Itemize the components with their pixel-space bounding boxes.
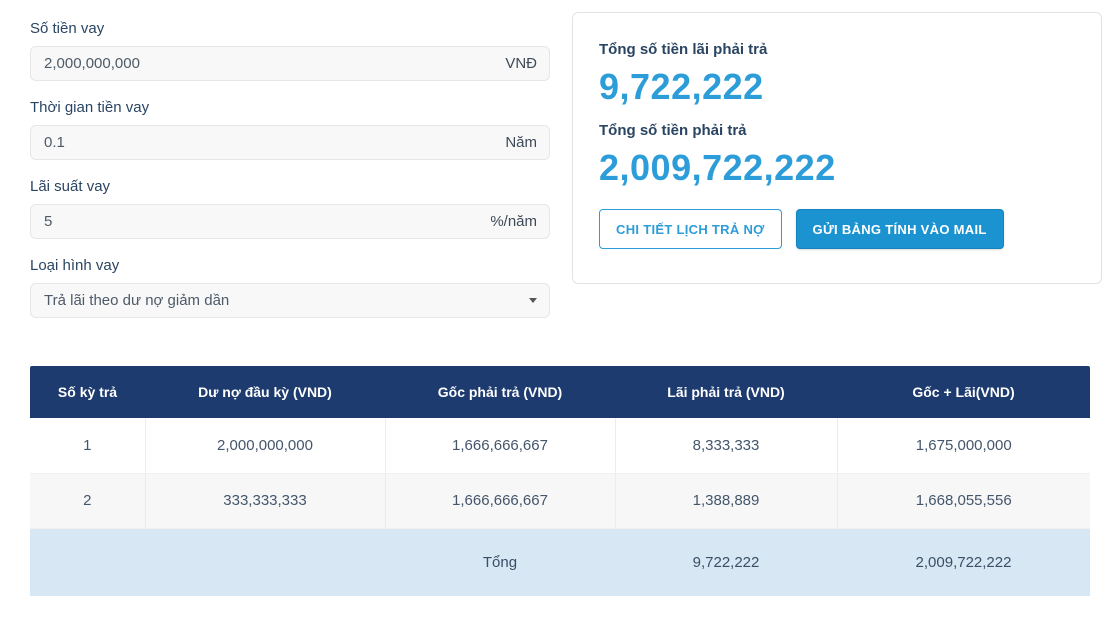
cell-principal-plus-interest: 1,675,000,000 (837, 418, 1090, 474)
interest-rate-label: Lãi suất vay (30, 178, 111, 195)
header-principal-due: Gốc phải trả (VND) (385, 366, 615, 418)
footer-empty-cell (30, 528, 145, 596)
total-payment-value: 2,009,722,222 (599, 147, 836, 188)
header-principal-plus-interest: Gốc + Lãi(VND) (837, 366, 1090, 418)
footer-total-label: Tổng (385, 528, 615, 596)
amortization-table: Số kỳ trả Dư nợ đầu kỳ (VND) Gốc phải tr… (30, 366, 1090, 596)
loan-type-selected-value: Trả lãi theo dư nợ giảm dần (44, 292, 230, 309)
cell-principal-due: 1,666,666,667 (385, 418, 616, 474)
summary-card: Tổng số tiền lãi phải trả 9,722,222 Tổng… (572, 12, 1102, 284)
loan-duration-label: Thời gian tiền vay (30, 99, 150, 116)
footer-empty-cell (145, 528, 385, 596)
header-opening-balance: Dư nợ đầu kỳ (VND) (145, 366, 385, 418)
table-header-row: Số kỳ trả Dư nợ đầu kỳ (VND) Gốc phải tr… (30, 366, 1090, 418)
cell-principal-plus-interest: 1,668,055,556 (837, 473, 1090, 529)
header-interest-due: Lãi phải trả (VND) (615, 366, 837, 418)
total-payment-label: Tổng số tiền phải trả (599, 122, 747, 139)
interest-rate-input[interactable] (30, 204, 550, 239)
cell-period: 1 (30, 418, 146, 474)
cell-principal-due: 1,666,666,667 (385, 473, 616, 529)
cell-period: 2 (30, 473, 146, 529)
loan-type-label: Loại hình vay (30, 257, 120, 274)
loan-form: Số tiền vay VNĐ Thời gian tiền vay Năm L… (30, 12, 550, 336)
footer-total-payment: 2,009,722,222 (837, 528, 1090, 596)
cell-opening-balance: 2,000,000,000 (145, 418, 386, 474)
loan-calculator-page: Số tiền vay VNĐ Thời gian tiền vay Năm L… (0, 0, 1120, 618)
schedule-detail-button[interactable]: CHI TIẾT LỊCH TRẢ NỢ (599, 209, 782, 249)
loan-type-select[interactable]: Trả lãi theo dư nợ giảm dần (30, 283, 550, 318)
header-period: Số kỳ trả (30, 366, 145, 418)
table-row: 2 333,333,333 1,666,666,667 1,388,889 1,… (30, 473, 1090, 529)
cell-interest-due: 1,388,889 (615, 473, 838, 529)
cell-opening-balance: 333,333,333 (145, 473, 386, 529)
cell-interest-due: 8,333,333 (615, 418, 838, 474)
total-interest-value: 9,722,222 (599, 66, 764, 107)
table-footer-row: Tổng 9,722,222 2,009,722,222 (30, 528, 1090, 596)
send-mail-button[interactable]: GỬI BẢNG TÍNH VÀO MAIL (795, 209, 1004, 249)
footer-total-interest: 9,722,222 (615, 528, 837, 596)
loan-duration-input[interactable] (30, 125, 550, 160)
table-row: 1 2,000,000,000 1,666,666,667 8,333,333 … (30, 418, 1090, 474)
chevron-down-icon (529, 298, 537, 303)
total-interest-label: Tổng số tiền lãi phải trả (599, 41, 768, 58)
loan-amount-label: Số tiền vay (30, 20, 105, 37)
loan-amount-input[interactable] (30, 46, 550, 81)
